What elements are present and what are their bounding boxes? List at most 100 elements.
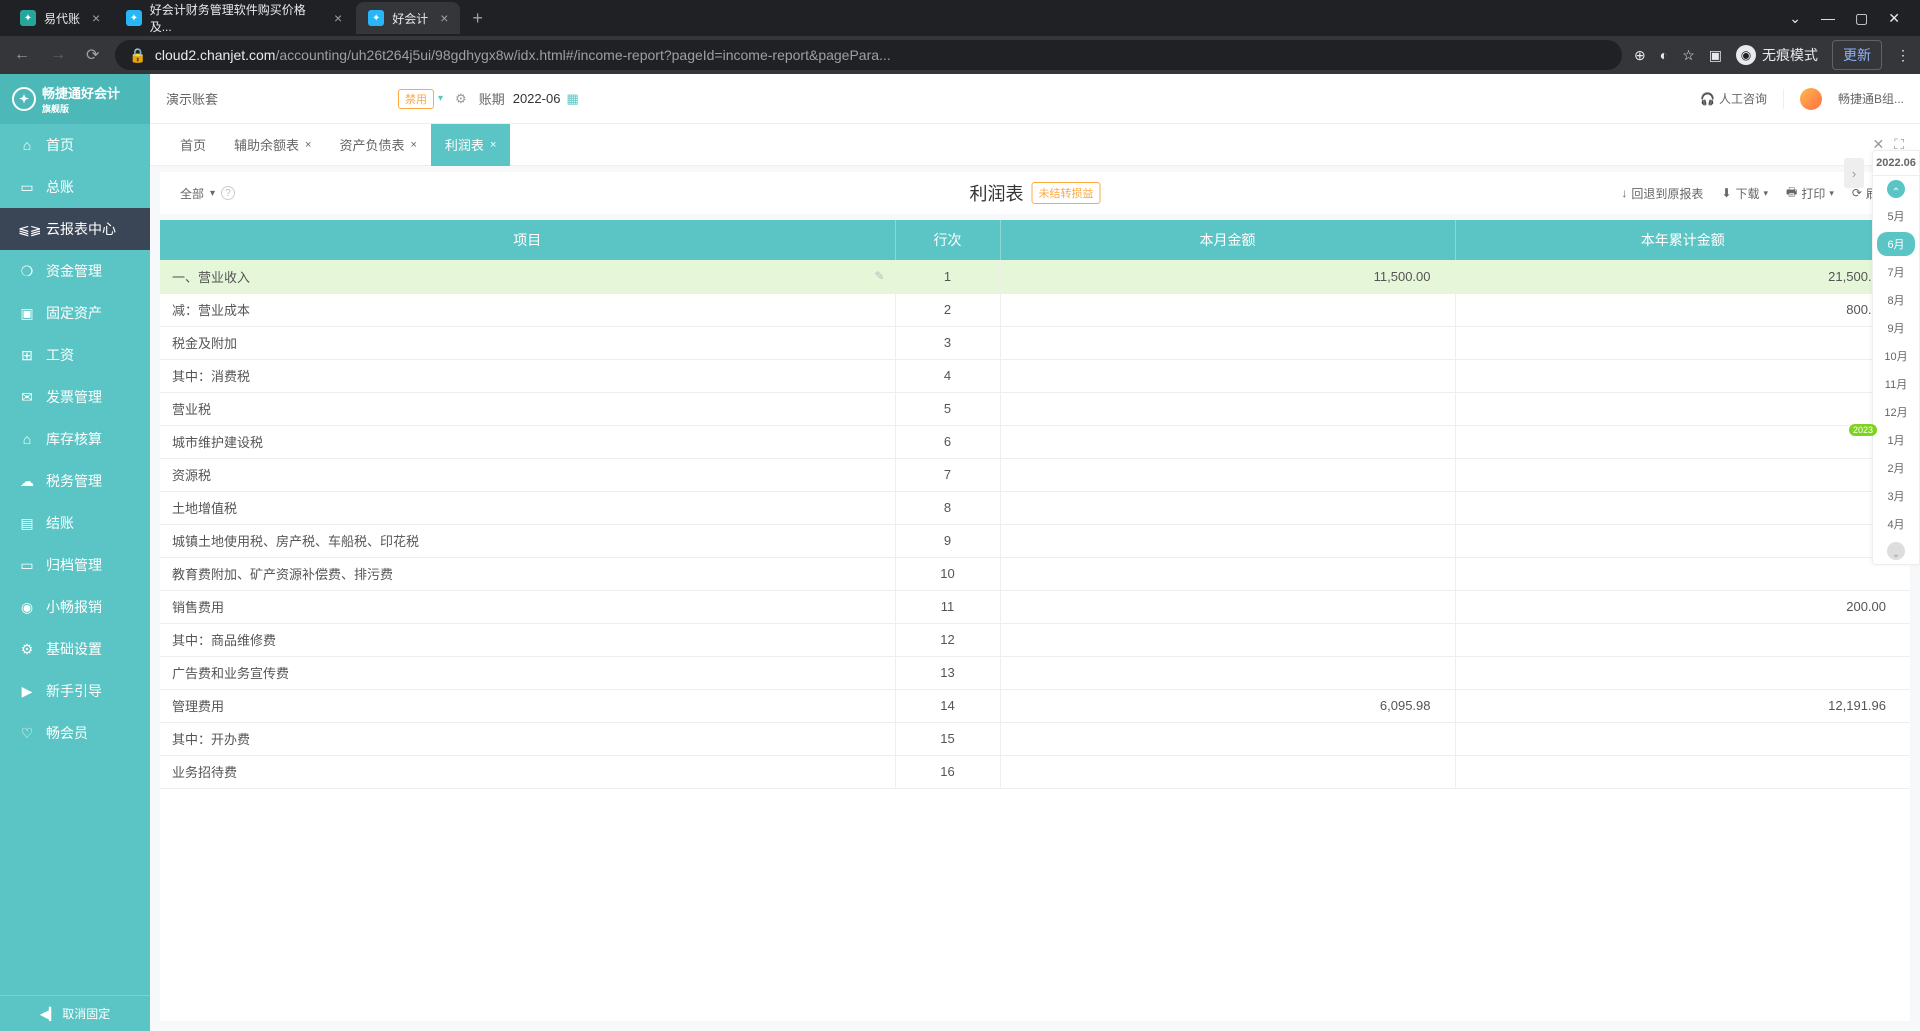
disable-tag[interactable]: 禁用 xyxy=(398,89,434,109)
month-item[interactable]: 10月 xyxy=(1873,342,1919,370)
extensions-icon[interactable]: ▣ xyxy=(1709,47,1722,64)
month-item[interactable]: 3月 xyxy=(1873,482,1919,510)
sidebar-item-12[interactable]: ⚙基础设置 xyxy=(0,628,150,670)
zoom-icon[interactable]: ⊕ xyxy=(1634,47,1646,64)
reload-icon[interactable]: ⟳ xyxy=(82,41,103,69)
sidebar-item-5[interactable]: ⊞工资 xyxy=(0,334,150,376)
table-row[interactable]: 业务招待费 16 xyxy=(160,755,1910,788)
sidebar-item-6[interactable]: ✉发票管理 xyxy=(0,376,150,418)
month-item[interactable]: 11月 xyxy=(1873,370,1919,398)
close-window-icon[interactable]: ✕ xyxy=(1888,10,1900,27)
avatar[interactable] xyxy=(1800,88,1822,110)
table-row[interactable]: 管理费用 14 6,095.98 12,191.96 xyxy=(160,689,1910,722)
gear-icon[interactable]: ⚙ xyxy=(455,91,467,107)
table-row[interactable]: 城市维护建设税 6 xyxy=(160,425,1910,458)
user-name[interactable]: 畅捷通B组... xyxy=(1838,90,1904,107)
scroll-up-icon[interactable]: ⌃ xyxy=(1887,180,1905,198)
update-button[interactable]: 更新 xyxy=(1832,40,1882,70)
print-label: 打印 xyxy=(1801,185,1825,202)
table-row[interactable]: 一、营业收入✎ 1 11,500.00 21,500.00 xyxy=(160,260,1910,293)
extension-icon[interactable]: ◐ xyxy=(1660,47,1668,63)
back-icon[interactable]: ← xyxy=(10,42,34,68)
month-item[interactable]: 12月 xyxy=(1873,398,1919,426)
sidebar-item-4[interactable]: ▣固定资产 xyxy=(0,292,150,334)
table-scroll-right[interactable]: › xyxy=(1844,158,1864,188)
menu-icon[interactable]: ⋮ xyxy=(1896,47,1910,64)
sidebar-item-14[interactable]: ♡畅会员 xyxy=(0,712,150,754)
sidebar-footer[interactable]: ◀▎ 取消固定 xyxy=(0,995,150,1031)
browser-tab-1[interactable]: ✦ 易代账 × xyxy=(8,2,112,34)
maximize-icon[interactable]: ▢ xyxy=(1855,10,1868,27)
cell-year xyxy=(1455,326,1910,359)
chevron-down-icon[interactable]: ⌄ xyxy=(1789,10,1801,27)
cell-item: 其中：开办费 xyxy=(160,722,895,755)
breadcrumb-tab-1[interactable]: 辅助余额表× xyxy=(220,124,325,166)
breadcrumb-tab-2[interactable]: 资产负债表× xyxy=(325,124,430,166)
month-item[interactable]: 6月 xyxy=(1877,232,1915,256)
table-row[interactable]: 教育费附加、矿产资源补偿费、排污费 10 xyxy=(160,557,1910,590)
month-item[interactable]: 7月 xyxy=(1873,258,1919,286)
table-row[interactable]: 销售费用 11 200.00 xyxy=(160,590,1910,623)
period-value: 2022-06 xyxy=(513,91,561,106)
cell-year xyxy=(1455,755,1910,788)
table-row[interactable]: 税金及附加 3 xyxy=(160,326,1910,359)
sidebar-item-1[interactable]: ▭总账 xyxy=(0,166,150,208)
sidebar-item-13[interactable]: ▶新手引导 xyxy=(0,670,150,712)
star-icon[interactable]: ☆ xyxy=(1682,47,1695,64)
print-button[interactable]: 🖶 打印 ▾ xyxy=(1786,183,1834,204)
sidebar-item-2[interactable]: ⫹⫺云报表中心 xyxy=(0,208,150,250)
sidebar-item-3[interactable]: ❍资金管理 xyxy=(0,250,150,292)
table-wrap[interactable]: 项目 行次 本月金额 本年累计金额 一、营业收入✎ 1 11,500.00 21… xyxy=(160,220,1910,1021)
close-icon[interactable]: × xyxy=(305,139,311,151)
edit-icon[interactable]: ✎ xyxy=(874,269,884,283)
cell-item: 业务招待费 xyxy=(160,755,895,788)
month-item[interactable]: 8月 xyxy=(1873,286,1919,314)
breadcrumb-tab-3[interactable]: 利润表× xyxy=(431,124,510,166)
cell-month: 11,500.00 xyxy=(1000,260,1455,293)
minimize-icon[interactable]: — xyxy=(1821,10,1835,27)
download-button[interactable]: ⬇ 下载 ▾ xyxy=(1721,183,1768,204)
table-row[interactable]: 其中：开办费 15 xyxy=(160,722,1910,755)
sidebar-item-10[interactable]: ▭归档管理 xyxy=(0,544,150,586)
sidebar-item-8[interactable]: ☁税务管理 xyxy=(0,460,150,502)
table-row[interactable]: 广告费和业务宣传费 13 xyxy=(160,656,1910,689)
filter-dropdown[interactable]: 全部 ▾ ? xyxy=(180,185,235,202)
sidebar-item-0[interactable]: ⌂首页 xyxy=(0,124,150,166)
account-name[interactable]: 演示账套 xyxy=(166,89,218,108)
sidebar-item-9[interactable]: ▤结账 xyxy=(0,502,150,544)
table-row[interactable]: 其中：消费税 4 xyxy=(160,359,1910,392)
restore-button[interactable]: ↓ 回退到原报表 xyxy=(1621,183,1703,204)
month-item[interactable]: 2月 xyxy=(1873,454,1919,482)
close-icon[interactable]: × xyxy=(334,10,342,26)
chevron-down-icon[interactable]: ▾ xyxy=(438,93,443,104)
close-icon[interactable]: × xyxy=(490,139,496,151)
table-row[interactable]: 城镇土地使用税、房产税、车船税、印花税 9 xyxy=(160,524,1910,557)
forward-icon[interactable]: → xyxy=(46,42,70,68)
month-item[interactable]: 4月 xyxy=(1873,510,1919,538)
month-strip-year[interactable]: 2022.06 xyxy=(1873,151,1919,176)
sidebar-item-7[interactable]: ⌂库存核算 xyxy=(0,418,150,460)
close-icon[interactable]: × xyxy=(92,10,100,26)
table-row[interactable]: 其中：商品维修费 12 xyxy=(160,623,1910,656)
table-row[interactable]: 减：营业成本 2 800.00 xyxy=(160,293,1910,326)
lock-icon: 🔒 xyxy=(129,47,146,64)
close-icon[interactable]: × xyxy=(410,139,416,151)
calendar-icon[interactable]: ▦ xyxy=(566,91,578,107)
month-item[interactable]: 9月 xyxy=(1873,314,1919,342)
table-row[interactable]: 营业税 5 xyxy=(160,392,1910,425)
month-item[interactable]: 5月 xyxy=(1873,202,1919,230)
table-row[interactable]: 土地增值税 8 xyxy=(160,491,1910,524)
customer-service[interactable]: 🎧 人工咨询 xyxy=(1700,90,1767,107)
close-icon[interactable]: × xyxy=(440,10,448,26)
scroll-down-icon[interactable]: ⌄ xyxy=(1887,542,1905,560)
browser-tab-3[interactable]: ✦ 好会计 × xyxy=(356,2,460,34)
sidebar-item-11[interactable]: ◉小畅报销 xyxy=(0,586,150,628)
help-icon[interactable]: ? xyxy=(221,186,235,200)
month-item[interactable]: 1月 xyxy=(1873,426,1919,454)
breadcrumb-tab-0[interactable]: 首页 xyxy=(166,124,220,166)
table-row[interactable]: 资源税 7 xyxy=(160,458,1910,491)
logo[interactable]: ✦ 畅捷通好会计 旗舰版 xyxy=(0,74,150,124)
new-tab-button[interactable]: + xyxy=(462,8,493,29)
browser-tab-2[interactable]: ✦ 好会计财务管理软件购买价格及... × xyxy=(114,2,354,34)
url-box[interactable]: 🔒 cloud2.chanjet.com/accounting/uh26t264… xyxy=(115,40,1622,70)
